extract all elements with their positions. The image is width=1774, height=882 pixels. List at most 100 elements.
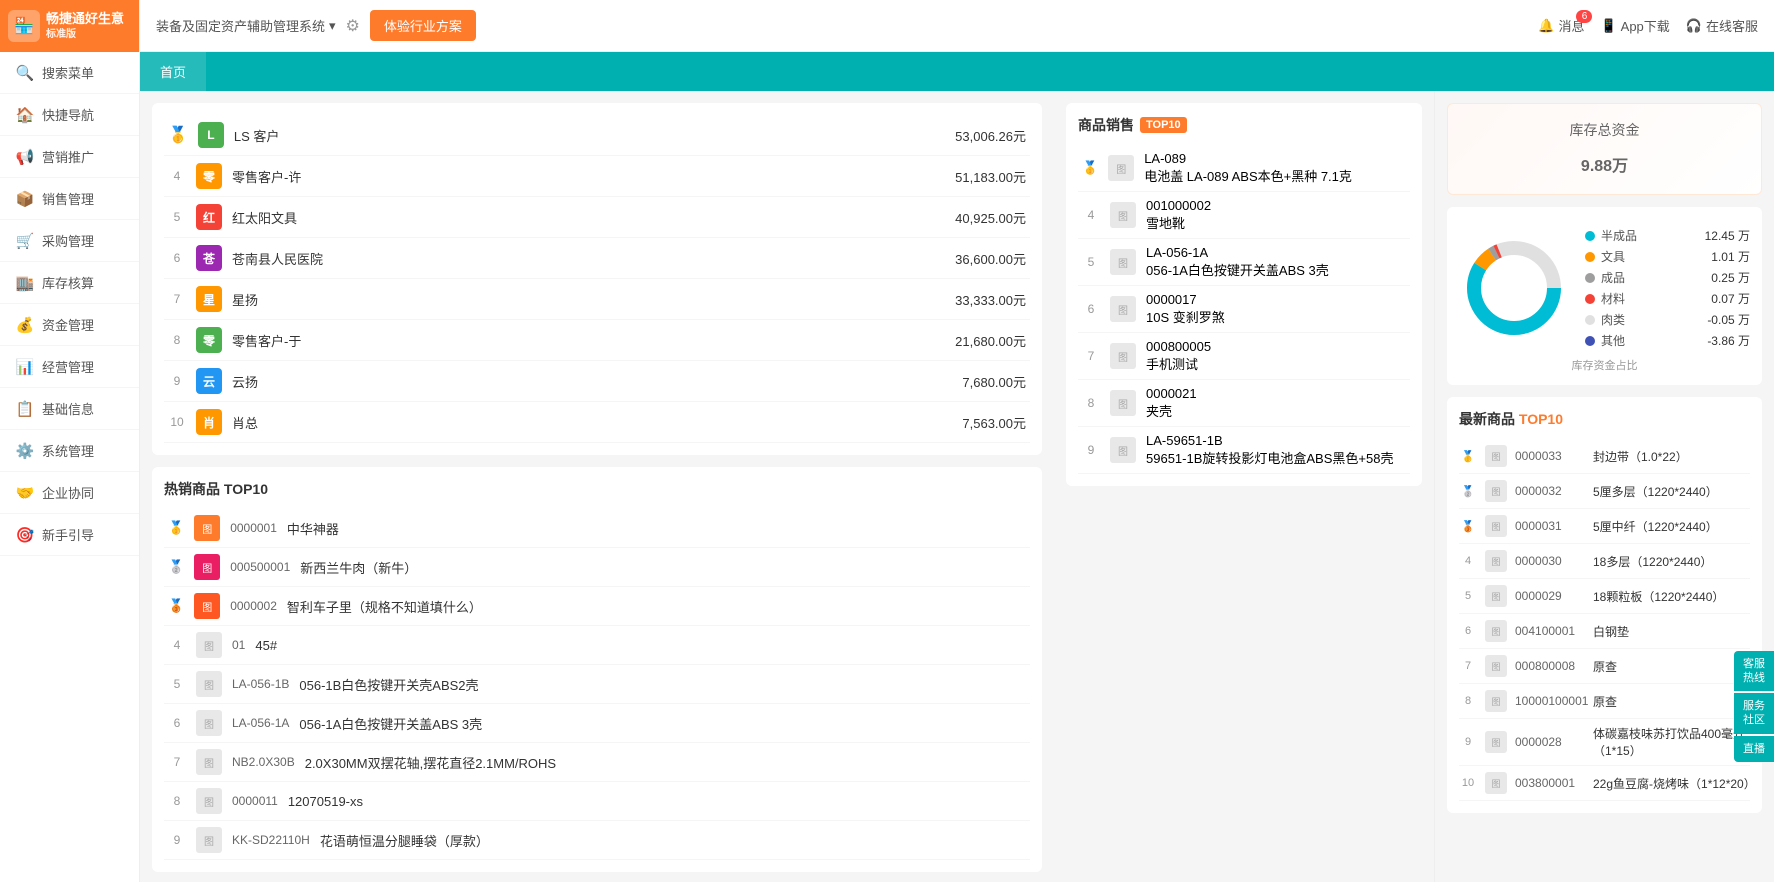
hot-medal-3: 🥉: [168, 598, 184, 614]
float-btn-community[interactable]: 服务社区: [1734, 693, 1774, 734]
ps-item-5: 7 图 000800005 手机测试: [1078, 333, 1410, 380]
sidebar-item-purchase[interactable]: 🛒 采购管理: [0, 220, 139, 262]
sidebar: 🏪 畅捷通好生意 标准版 🔍 搜索菜单 🏠 快捷导航 📢 营销推广 📦 销售管理…: [0, 0, 140, 882]
settings-gear-icon[interactable]: ⚙: [346, 16, 360, 36]
left-panel: 🥇 L LS 客户 53,006.26元 4 零 零售客户-许 51,183.0…: [140, 91, 1054, 882]
hot-products-section: 热销商品 TOP10 🥇 图 0000001 中华神器 🥈 图 00050000…: [152, 467, 1042, 872]
hot-code-3: 0000002: [230, 599, 277, 613]
sidebar-item-quicknav[interactable]: 🏠 快捷导航: [0, 94, 139, 136]
np-code-8: 10000100001: [1515, 694, 1585, 708]
ps-rank-7: 9: [1082, 443, 1100, 457]
avatar-3: 红: [196, 204, 222, 230]
sidebar-item-finance[interactable]: 💰 资金管理: [0, 304, 139, 346]
system-icon: ⚙️: [16, 442, 34, 460]
customer-amount-8: 7,563.00元: [962, 413, 1026, 432]
sidebar-item-marketing[interactable]: 📢 营销推广: [0, 136, 139, 178]
np-thumb-6: 图: [1485, 620, 1507, 642]
hot-code-4: 01: [232, 638, 245, 652]
ps-item-6: 8 图 0000021 夹壳: [1078, 380, 1410, 427]
legend-dot-3: [1585, 294, 1595, 304]
legend-name-1: 文具: [1601, 248, 1705, 265]
np-name-7: 原查: [1593, 658, 1750, 675]
np-medal-1: 🥇: [1459, 450, 1477, 463]
legend-item-3: 材料 0.07 万: [1585, 290, 1750, 307]
legend-name-2: 成品: [1601, 269, 1705, 286]
logo-title: 畅捷通好生意: [46, 11, 124, 28]
sidebar-item-system[interactable]: ⚙️ 系统管理: [0, 430, 139, 472]
customer-amount-7: 7,680.00元: [962, 372, 1026, 391]
legend-val-4: -0.05 万: [1707, 311, 1750, 328]
sidebar-item-enterprise[interactable]: 🤝 企业协同: [0, 472, 139, 514]
legend-dot-1: [1585, 252, 1595, 262]
hot-product-9: 9 图 KK-SD22110H 花语萌恒温分腿睡袋（厚款）: [164, 821, 1030, 860]
content: 🥇 L LS 客户 53,006.26元 4 零 零售客户-许 51,183.0…: [140, 91, 1774, 882]
bell-icon: 🔔: [1538, 18, 1554, 34]
hot-medal-1: 🥇: [168, 520, 184, 536]
ps-thumb-2: 图: [1110, 202, 1136, 228]
np-item-10: 10 图 003800001 22g鱼豆腐-烧烤味（1*12*20）: [1459, 766, 1750, 801]
ps-thumb-6: 图: [1110, 390, 1136, 416]
np-thumb-3: 图: [1485, 515, 1507, 537]
ps-thumb-1: 图: [1108, 155, 1134, 181]
float-btn-service[interactable]: 客服热线: [1734, 651, 1774, 692]
sidebar-item-search[interactable]: 🔍 搜索菜单: [0, 52, 139, 94]
np-thumb-9: 图: [1485, 731, 1507, 753]
sidebar-item-basicinfo[interactable]: 📋 基础信息: [0, 388, 139, 430]
ps-thumb-4: 图: [1110, 296, 1136, 322]
product-sales-title-text: 商品销售: [1078, 115, 1134, 135]
np-name-5: 18颗粒板（1220*2440）: [1593, 588, 1750, 605]
np-name-6: 白钢垫: [1593, 623, 1750, 640]
hot-thumb-1: 图: [194, 515, 220, 541]
product-sales-badge: TOP10: [1140, 117, 1187, 133]
ps-code-4: 0000017: [1146, 292, 1406, 307]
np-code-9: 0000028: [1515, 735, 1585, 749]
header-system-dropdown[interactable]: 装备及固定资产辅助管理系统 ▾: [156, 16, 336, 35]
trial-button[interactable]: 体验行业方案: [370, 10, 476, 41]
customer-name-1: LS 客户: [234, 126, 945, 145]
sidebar-item-sales[interactable]: 📦 销售管理: [0, 178, 139, 220]
sidebar-item-inventory[interactable]: 🏬 库存核算: [0, 262, 139, 304]
tab-home[interactable]: 首页: [140, 52, 206, 91]
np-code-6: 004100001: [1515, 624, 1585, 638]
np-item-8: 8 图 10000100001 原查: [1459, 684, 1750, 719]
ps-thumb-3: 图: [1110, 249, 1136, 275]
app-download-item[interactable]: 📱 App下载: [1600, 16, 1669, 35]
hot-rank-6: 6: [168, 716, 186, 730]
right-panel: 库存总资金 9.88万: [1434, 91, 1774, 882]
legend-val-3: 0.07 万: [1711, 290, 1750, 307]
ps-info-2: 001000002 雪地靴: [1146, 198, 1406, 232]
np-thumb-4: 图: [1485, 550, 1507, 572]
customer-name-4: 苍南县人民医院: [232, 249, 945, 268]
np-rank-5: 5: [1459, 590, 1477, 602]
ps-item-7: 9 图 LA-59651-1B 59651-1B旋转投影灯电池盒ABS黑色+58…: [1078, 427, 1410, 474]
ps-rank-5: 7: [1082, 349, 1100, 363]
customer-name-8: 肖总: [232, 413, 952, 432]
np-medal-2: 🥈: [1459, 485, 1477, 498]
np-name-2: 5厘多层（1220*2440）: [1593, 483, 1750, 500]
np-item-2: 🥈 图 0000032 5厘多层（1220*2440）: [1459, 474, 1750, 509]
sidebar-logo: 🏪 畅捷通好生意 标准版: [0, 0, 139, 52]
main-area: 装备及固定资产辅助管理系统 ▾ ⚙ 体验行业方案 🔔 消息 6 📱 App下载 …: [140, 0, 1774, 882]
hot-rank-9: 9: [168, 833, 186, 847]
rank-item-5: 7 星 星扬 33,333.00元: [164, 279, 1030, 320]
customer-name-6: 零售客户-于: [232, 331, 945, 350]
np-item-3: 🥉 图 0000031 5厘中纤（1220*2440）: [1459, 509, 1750, 544]
ps-name-7: 59651-1B旋转投影灯电池盒ABS黑色+58壳: [1146, 448, 1406, 467]
legend-name-5: 其他: [1601, 332, 1701, 349]
avatar-8: 肖: [196, 409, 222, 435]
sidebar-item-operations[interactable]: 📊 经营管理: [0, 346, 139, 388]
hot-product-2: 🥈 图 000500001 新西兰牛肉（新牛）: [164, 548, 1030, 587]
hot-product-4: 4 图 01 45#: [164, 626, 1030, 665]
sidebar-item-newbie[interactable]: 🎯 新手引导: [0, 514, 139, 556]
online-service-item[interactable]: 🎧 在线客服: [1686, 16, 1758, 35]
inventory-unit: 万: [1612, 158, 1628, 175]
notifications-item[interactable]: 🔔 消息 6: [1538, 16, 1584, 35]
ps-info-3: LA-056-1A 056-1A白色按键开关盖ABS 3壳: [1146, 245, 1406, 279]
hot-thumb-3: 图: [194, 593, 220, 619]
np-thumb-8: 图: [1485, 690, 1507, 712]
np-code-1: 0000033: [1515, 449, 1585, 463]
inventory-amount: 9.88万: [1464, 146, 1745, 178]
float-btn-livestream[interactable]: 直播: [1734, 736, 1774, 762]
sidebar-marketing-label: 营销推广: [42, 147, 94, 166]
hot-name-7: 2.0X30MM双摆花轴,摆花直径2.1MM/ROHS: [305, 753, 556, 772]
